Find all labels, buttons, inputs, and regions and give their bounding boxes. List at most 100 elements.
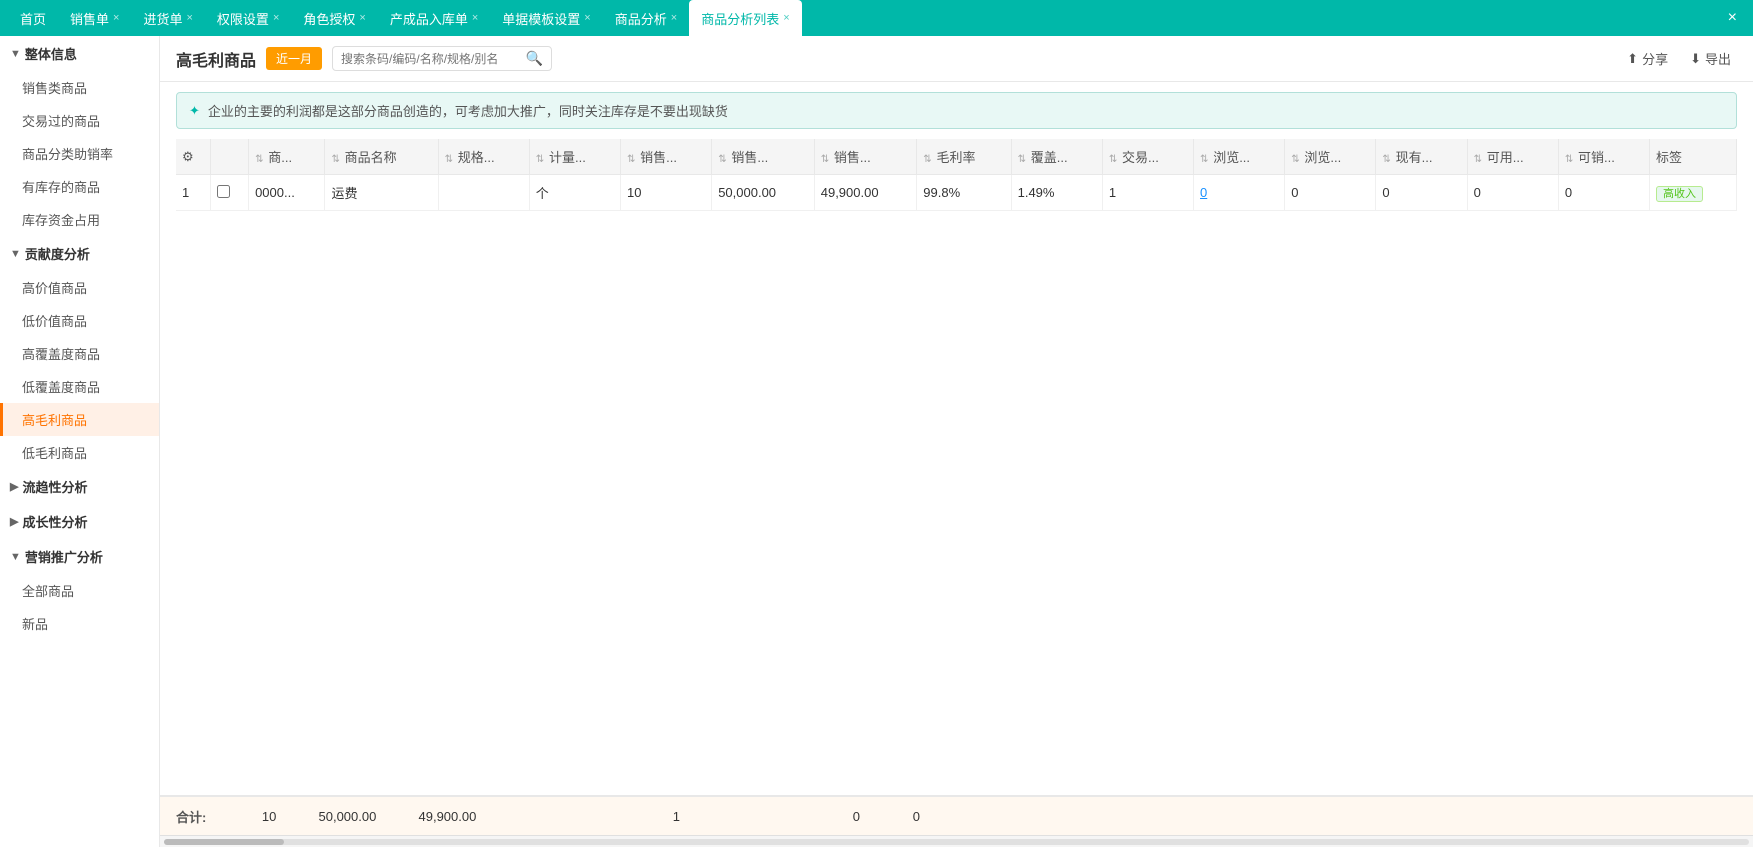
main-layout: « 整体信息销售类商品交易过的商品商品分类助销率有库存的商品库存资金占用贡献度分… xyxy=(0,36,1753,847)
sidebar-item-商品分类助销率[interactable]: 商品分类助销率 xyxy=(0,137,159,170)
cell-code: 0000... xyxy=(249,175,325,211)
col-header-coverage[interactable]: ⇅ 覆盖... xyxy=(1011,139,1102,175)
col-header-saleableStock[interactable]: ⇅ 可销... xyxy=(1558,139,1649,175)
footer-spacer1 xyxy=(486,809,566,824)
nav-item-商品分析[interactable]: 商品分析 × xyxy=(603,0,689,36)
cell-saleAmount: 50,000.00 xyxy=(712,175,815,211)
cell-tradeCount: 1 xyxy=(1102,175,1193,211)
share-button[interactable]: ⬆ 分享 xyxy=(1621,46,1674,71)
col-header-spec[interactable]: ⇅ 规格... xyxy=(438,139,529,175)
cell-name: 运费 xyxy=(325,175,438,211)
footer-trade-count: 1 xyxy=(646,809,706,824)
sidebar-section-整体信息[interactable]: 整体信息 xyxy=(0,36,159,71)
search-box: 🔍 xyxy=(332,46,552,71)
cell-unit: 个 xyxy=(529,175,620,211)
nav-close-商品分析[interactable]: × xyxy=(671,12,677,24)
footer-available-stock: 0 xyxy=(886,809,946,824)
col-header-name[interactable]: ⇅ 商品名称 xyxy=(325,139,438,175)
sidebar-item-有库存的商品[interactable]: 有库存的商品 xyxy=(0,170,159,203)
cell-tag: 高收入 xyxy=(1650,175,1737,211)
footer-sale-profit: 49,900.00 xyxy=(386,809,486,824)
cell-availableStock: 0 xyxy=(1467,175,1558,211)
col-header-currentStock[interactable]: ⇅ 现有... xyxy=(1376,139,1467,175)
table-wrapper: ⚙⇅ 商...⇅ 商品名称⇅ 规格...⇅ 计量...⇅ 销售...⇅ 销售..… xyxy=(160,139,1753,795)
footer-label: 合计: xyxy=(176,807,206,826)
sidebar-item-交易过的商品[interactable]: 交易过的商品 xyxy=(0,104,159,137)
page-title: 高毛利商品 xyxy=(176,47,256,71)
nav-item-销售单[interactable]: 销售单 × xyxy=(58,0,131,36)
col-header-viewCount1[interactable]: ⇅ 浏览... xyxy=(1194,139,1285,175)
nav-close-商品分析列表[interactable]: × xyxy=(783,12,789,24)
footer-sale-qty: 10 xyxy=(226,809,286,824)
content-area: 高毛利商品 近一月 🔍 ⬆ 分享 ⬇ 导出 ✦ 企业的主要的利润都是这部分商品创… xyxy=(160,36,1753,847)
scrollbar-track xyxy=(164,839,1749,845)
col-header-tag: 标签 xyxy=(1650,139,1737,175)
footer-view1 xyxy=(706,809,766,824)
sidebar-item-全部商品[interactable]: 全部商品 xyxy=(0,574,159,607)
cell-currentStock: 0 xyxy=(1376,175,1467,211)
col-header-tradeCount[interactable]: ⇅ 交易... xyxy=(1102,139,1193,175)
cell-viewCount2: 0 xyxy=(1285,175,1376,211)
col-header-checkbox xyxy=(211,139,249,175)
col-header-saleAmount[interactable]: ⇅ 销售... xyxy=(712,139,815,175)
nav-item-单据模板设置[interactable]: 单据模板设置 × xyxy=(490,0,602,36)
nav-close-产成品入库单[interactable]: × xyxy=(472,12,478,24)
col-header-grossMargin[interactable]: ⇅ 毛利率 xyxy=(917,139,1011,175)
search-icon[interactable]: 🔍 xyxy=(526,50,543,67)
cell-viewCount1[interactable]: 0 xyxy=(1194,175,1285,211)
export-icon: ⬇ xyxy=(1690,51,1701,67)
sidebar-collapse-button[interactable]: « xyxy=(159,422,160,462)
sidebar-section-流趋性分析[interactable]: 流趋性分析 xyxy=(0,469,159,504)
cell-coverage: 1.49% xyxy=(1011,175,1102,211)
sidebar-item-库存资金占用[interactable]: 库存资金占用 xyxy=(0,203,159,236)
cell-index: 1 xyxy=(176,175,211,211)
search-input[interactable] xyxy=(341,52,526,66)
nav-item-首页[interactable]: 首页 xyxy=(8,0,58,36)
info-banner: ✦ 企业的主要的利润都是这部分商品创造的，可考虑加大推广，同时关注库存是不要出现… xyxy=(176,92,1737,129)
nav-item-商品分析列表[interactable]: 商品分析列表 × xyxy=(689,0,801,36)
nav-close-进货单[interactable]: × xyxy=(186,12,192,24)
nav-close-权限设置[interactable]: × xyxy=(273,12,279,24)
col-header-viewCount2[interactable]: ⇅ 浏览... xyxy=(1285,139,1376,175)
sidebar-item-新品[interactable]: 新品 xyxy=(0,607,159,640)
nav-close-角色授权[interactable]: × xyxy=(359,12,365,24)
col-header-availableStock[interactable]: ⇅ 可用... xyxy=(1467,139,1558,175)
cell-spec xyxy=(438,175,529,211)
row-checkbox[interactable] xyxy=(217,185,230,198)
content-header: 高毛利商品 近一月 🔍 ⬆ 分享 ⬇ 导出 xyxy=(160,36,1753,82)
nav-item-权限设置[interactable]: 权限设置 × xyxy=(205,0,291,36)
sidebar-item-低价值商品[interactable]: 低价值商品 xyxy=(0,304,159,337)
nav-item-角色授权[interactable]: 角色授权 × xyxy=(291,0,377,36)
nav-item-产成品入库单[interactable]: 产成品入库单 × xyxy=(378,0,490,36)
col-header-unit[interactable]: ⇅ 计量... xyxy=(529,139,620,175)
sidebar-item-高价值商品[interactable]: 高价值商品 xyxy=(0,271,159,304)
nav-item-进货单[interactable]: 进货单 × xyxy=(131,0,204,36)
sidebar-section-贡献度分析[interactable]: 贡献度分析 xyxy=(0,236,159,271)
share-icon: ⬆ xyxy=(1627,51,1638,67)
sidebar-item-低覆盖度商品[interactable]: 低覆盖度商品 xyxy=(0,370,159,403)
scrollbar-thumb xyxy=(164,839,284,845)
col-header-saleQty[interactable]: ⇅ 销售... xyxy=(621,139,712,175)
col-header-saleProfit[interactable]: ⇅ 销售... xyxy=(814,139,917,175)
nav-close-销售单[interactable]: × xyxy=(113,12,119,24)
sidebar-item-高毛利商品[interactable]: 高毛利商品 xyxy=(0,403,159,436)
cell-checkbox[interactable] xyxy=(211,175,249,211)
horizontal-scrollbar[interactable] xyxy=(160,835,1753,847)
sidebar-item-低毛利商品[interactable]: 低毛利商品 xyxy=(0,436,159,469)
window-close-button[interactable]: × xyxy=(1720,9,1745,27)
cell-saleableStock: 0 xyxy=(1558,175,1649,211)
sidebar-section-营销推广分析[interactable]: 营销推广分析 xyxy=(0,539,159,574)
sidebar-section-成长性分析[interactable]: 成长性分析 xyxy=(0,504,159,539)
footer-current-stock: 0 xyxy=(826,809,886,824)
footer-view2 xyxy=(766,809,826,824)
nav-close-单据模板设置[interactable]: × xyxy=(584,12,590,24)
table-footer: 合计: 10 50,000.00 49,900.00 1 0 0 xyxy=(160,795,1753,835)
col-header-code[interactable]: ⇅ 商... xyxy=(249,139,325,175)
sidebar-item-销售类商品[interactable]: 销售类商品 xyxy=(0,71,159,104)
sidebar-item-高覆盖度商品[interactable]: 高覆盖度商品 xyxy=(0,337,159,370)
cell-saleQty: 10 xyxy=(621,175,712,211)
filter-recent-month-button[interactable]: 近一月 xyxy=(266,47,322,70)
table-row: 10000...运费个1050,000.0049,900.0099.8%1.49… xyxy=(176,175,1737,211)
export-button[interactable]: ⬇ 导出 xyxy=(1684,46,1737,71)
sidebar: « 整体信息销售类商品交易过的商品商品分类助销率有库存的商品库存资金占用贡献度分… xyxy=(0,36,160,847)
